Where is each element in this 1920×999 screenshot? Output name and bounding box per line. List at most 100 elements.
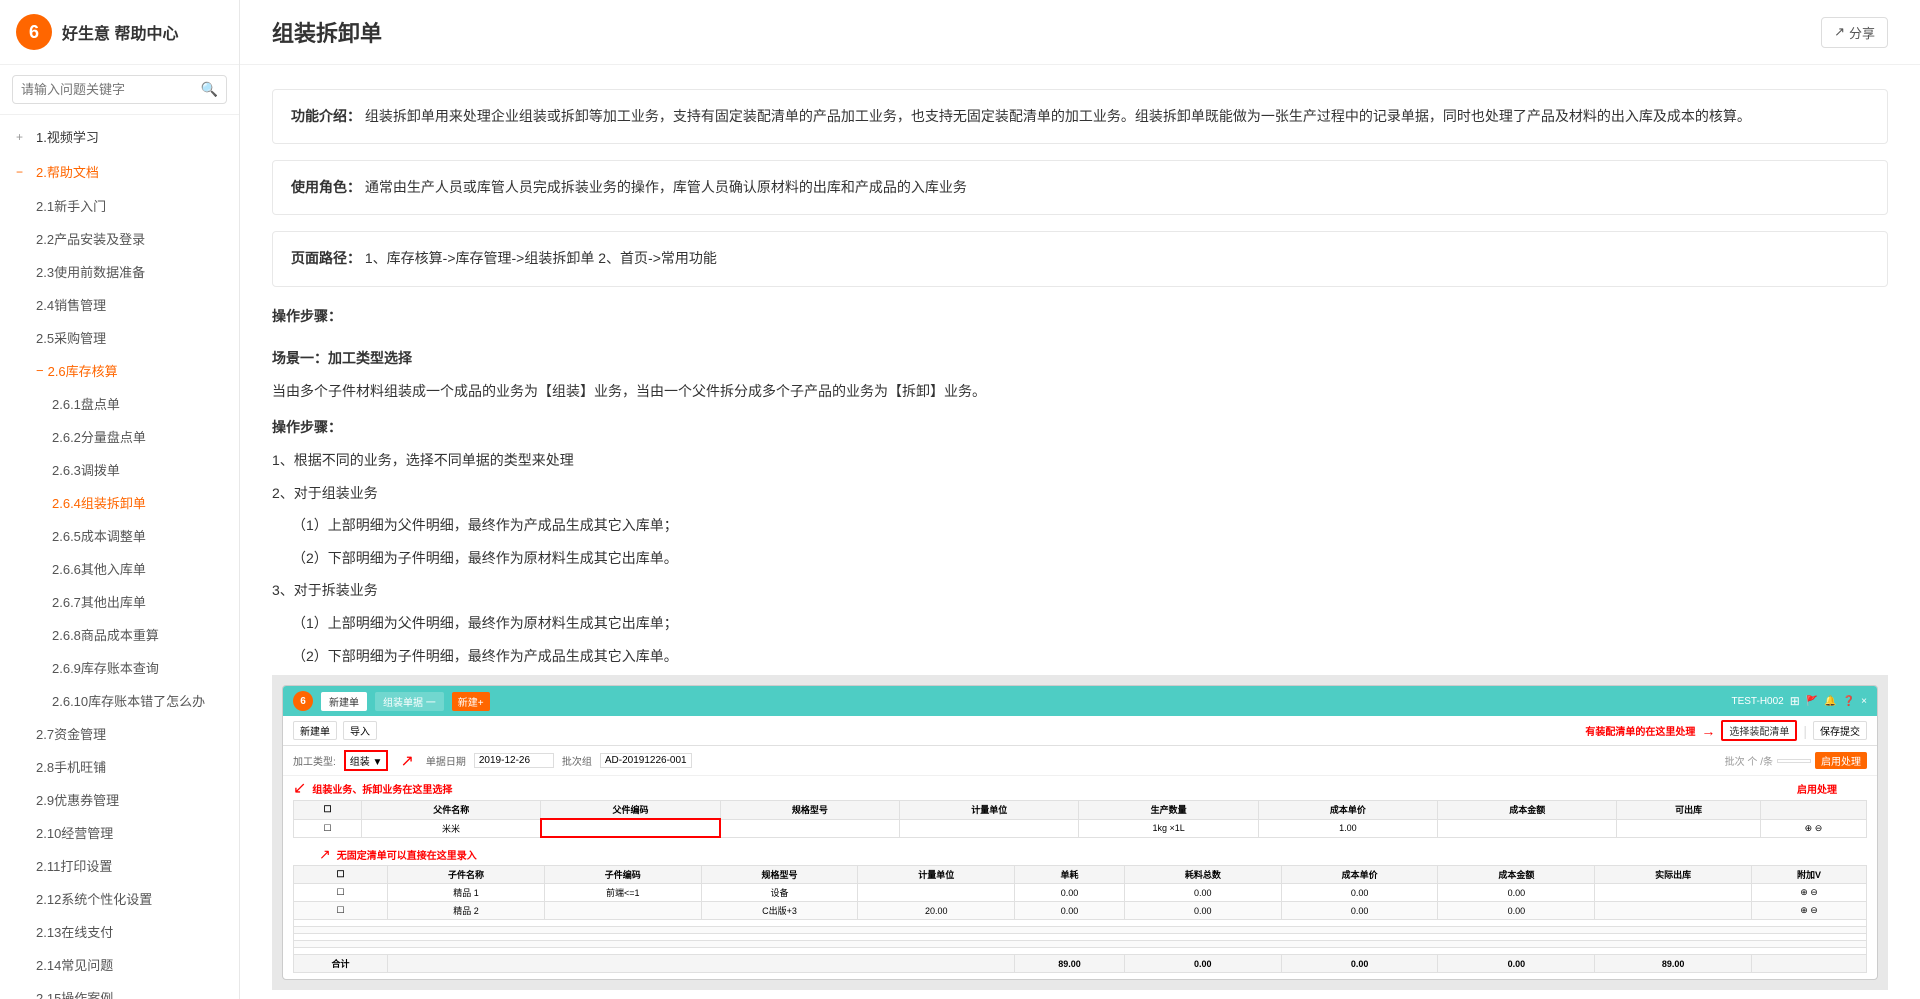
sidebar-sub-label: 2.1新手入门	[36, 196, 106, 215]
mock-separator: |	[1803, 723, 1807, 739]
main-content: 功能介绍： 组装拆卸单用来处理企业组装或拆卸等加工业务，支持有固定装配清单的产品…	[240, 65, 1920, 999]
mock-col-unit: 计量单位	[900, 801, 1079, 820]
step2: 2、对于组装业务	[272, 480, 1888, 507]
sidebar-item-video[interactable]: + 1.视频学习	[0, 119, 239, 154]
mock-foot-tcost: 0.00	[1438, 955, 1595, 973]
mock-lower-cell-check[interactable]: ☐	[294, 902, 388, 920]
sidebar-sub-label: 2.6.9库存账本查询	[52, 658, 159, 677]
mock-lower-cell-name2: 精品 2	[388, 902, 545, 920]
sidebar-item-ops[interactable]: 2.10经营管理	[0, 816, 239, 849]
mock-group-value: AD-20191226-001	[600, 753, 692, 768]
mock-lower-cell-qty1: 0.00	[1015, 884, 1125, 902]
mock-close-icon[interactable]: ×	[1861, 696, 1867, 707]
sidebar-item-custom[interactable]: 2.12系统个性化设置	[0, 882, 239, 915]
sidebar-sub-label: 2.11打印设置	[36, 856, 112, 875]
mock-icon-bell: 🔔	[1824, 696, 1836, 707]
sidebar-item-stockcheck[interactable]: 2.6.1盘点单	[0, 387, 239, 420]
sidebar-item-adjust[interactable]: 2.6.3调拨单	[0, 453, 239, 486]
mock-type-selector[interactable]: 组装 ▼	[344, 750, 389, 771]
sidebar-item-mobile[interactable]: 2.8手机旺铺	[0, 750, 239, 783]
mock-col-ops	[1760, 801, 1866, 820]
sidebar-item-sales[interactable]: 2.4销售管理	[0, 288, 239, 321]
sidebar-item-data[interactable]: 2.3使用前数据准备	[0, 255, 239, 288]
mock-upper-table-wrap: ☐ 父件名称 父件编码 规格型号 计量单位 生产数量 成本单价 成本金额 可出库	[283, 800, 1877, 844]
mock-type-label: 加工类型:	[293, 753, 336, 768]
mock-col-totalcost: 成本金额	[1438, 801, 1617, 820]
search-icon[interactable]: 🔍	[201, 81, 218, 98]
mock-cell-spec	[720, 819, 899, 837]
sidebar-sub-label: 2.6.2分量盘点单	[52, 427, 146, 446]
sidebar-item-stockquery[interactable]: 2.6.9库存账本查询	[0, 651, 239, 684]
sidebar-sub-label: 2.9优惠券管理	[36, 790, 119, 809]
sidebar-item-costadj[interactable]: 2.6.5成本调整单	[0, 519, 239, 552]
annotation-rows-label: 无固定清单可以直接在这里录入	[337, 847, 477, 862]
mock-date-value: 2019-12-26	[474, 753, 554, 768]
mock-lower-cell-check[interactable]: ☐	[294, 884, 388, 902]
table-footer-row: 合计 89.00 0.00 0.00 0.00 89.00	[294, 955, 1867, 973]
mock-btn-select-bom[interactable]: 选择装配清单	[1721, 720, 1797, 741]
step3-2: （2）下部明细为子件明细，最终作为产成品生成其它入库单。	[272, 643, 1888, 670]
mock-btn-save[interactable]: 保存提交	[1813, 721, 1867, 740]
sidebar-item-cases[interactable]: 2.15操作案例	[0, 981, 239, 999]
mock-foot-label: 合计	[294, 955, 388, 973]
sidebar-item-otherout[interactable]: 2.6.7其他出库单	[0, 585, 239, 618]
sidebar-item-faq[interactable]: 2.14常见问题	[0, 948, 239, 981]
mock-btn-import[interactable]: 导入	[343, 721, 377, 740]
mock-lower-cell-ucost2: 0.00	[1281, 902, 1438, 920]
role-block: 使用角色： 通常由生产人员或库管人员完成拆装业务的操作，库管人员确认原材料的出库…	[272, 160, 1888, 215]
sidebar-item-purchase[interactable]: 2.5采购管理	[0, 321, 239, 354]
mock-lower-col-name: 子件名称	[388, 866, 545, 884]
sidebar-item-assembly[interactable]: 2.6.4组装拆卸单	[0, 486, 239, 519]
search-input[interactable]	[21, 82, 201, 97]
mock-cell-name: 米米	[362, 819, 541, 837]
sidebar-item-docs[interactable]: − 2.帮助文档	[0, 154, 239, 189]
sidebar-item-stockerr[interactable]: 2.6.10库存账本错了怎么办	[0, 684, 239, 717]
share-icon: ↗	[1834, 24, 1845, 40]
table-row	[294, 934, 1867, 941]
sidebar-item-onlinepay[interactable]: 2.13在线支付	[0, 915, 239, 948]
mock-lower-cell-ops2[interactable]: ⊕ ⊖	[1752, 902, 1867, 920]
mock-btn-process[interactable]: 启用处理	[1815, 752, 1867, 769]
search-wrap[interactable]: 🔍	[12, 75, 227, 104]
logo-icon: 6	[16, 14, 52, 50]
mock-cell-check[interactable]: ☐	[294, 819, 362, 837]
mock-lower-cell-unit1	[858, 884, 1015, 902]
mock-field-row1: 加工类型: 组装 ▼ ↗ 单据日期 2019-12-26 批次组 AD-2019…	[283, 746, 1877, 776]
sidebar-item-costcalc[interactable]: 2.6.8商品成本重算	[0, 618, 239, 651]
mock-lower-col-check: ☐	[294, 866, 388, 884]
mock-cell-action[interactable]: ⊕ ⊖	[1760, 819, 1866, 837]
sidebar-item-otherin[interactable]: 2.6.6其他入库单	[0, 552, 239, 585]
step2-1: （1）上部明细为父件明细，最终作为产成品生成其它入库单；	[272, 512, 1888, 539]
mock-lower-table: ☐ 子件名称 子件编码 规格型号 计量单位 单耗 耗料总数 成本单价 成本金额 …	[293, 865, 1867, 973]
mock-lower-cell-tqty1: 0.00	[1124, 884, 1281, 902]
sidebar-item-inventory[interactable]: − 2.6库存核算	[0, 354, 239, 387]
mock-date-label: 单据日期	[426, 753, 466, 768]
sidebar-sub-label: 2.14常见问题	[36, 955, 113, 974]
mock-foot-ops	[1752, 955, 1867, 973]
mock-lower-cell-name1: 精品 1	[388, 884, 545, 902]
path-label: 页面路径：	[291, 250, 361, 266]
sidebar-item-splitstock[interactable]: 2.6.2分量盘点单	[0, 420, 239, 453]
sidebar-item-finance[interactable]: 2.7资金管理	[0, 717, 239, 750]
sidebar-item-print[interactable]: 2.11打印设置	[0, 849, 239, 882]
mock-lower-cell-code2	[544, 902, 701, 920]
mock-lower-cell-ops1[interactable]: ⊕ ⊖	[1752, 884, 1867, 902]
mock-foot-tqty: 0.00	[1124, 955, 1281, 973]
mock-lower-cell-qty2: 0.00	[1015, 902, 1125, 920]
sidebar: 6 好生意 帮助中心 🔍 + 1.视频学习 − 2.帮助文档 2.1新手入门 2…	[0, 0, 240, 999]
sidebar-sub-label: 2.6.10库存账本错了怎么办	[52, 691, 205, 710]
step3-1: （1）上部明细为父件明细，最终作为原材料生成其它出库单；	[272, 610, 1888, 637]
share-button[interactable]: ↗ 分享	[1821, 17, 1888, 48]
mock-lower-cell-unit2: 20.00	[858, 902, 1015, 920]
sidebar-item-install[interactable]: 2.2产品安装及登录	[0, 222, 239, 255]
mock-btn-new[interactable]: 新建单	[293, 721, 337, 740]
path-block: 页面路径： 1、库存核算->库存管理->组装拆卸单 2、首页->常用功能	[272, 231, 1888, 286]
sidebar-item-newbie[interactable]: 2.1新手入门	[0, 189, 239, 222]
mock-lower-col-code: 子件编码	[544, 866, 701, 884]
main-header: 组装拆卸单 ↗ 分享	[240, 0, 1920, 65]
sidebar-sub-label: 2.5采购管理	[36, 328, 106, 347]
sidebar-sub-label: 2.3使用前数据准备	[36, 262, 145, 281]
role-text: 通常由生产人员或库管人员完成拆装业务的操作，库管人员确认原材料的出库和产成品的入…	[365, 179, 967, 195]
sidebar-item-coupon[interactable]: 2.9优惠券管理	[0, 783, 239, 816]
ops-title: 操作步骤：	[272, 303, 1888, 330]
